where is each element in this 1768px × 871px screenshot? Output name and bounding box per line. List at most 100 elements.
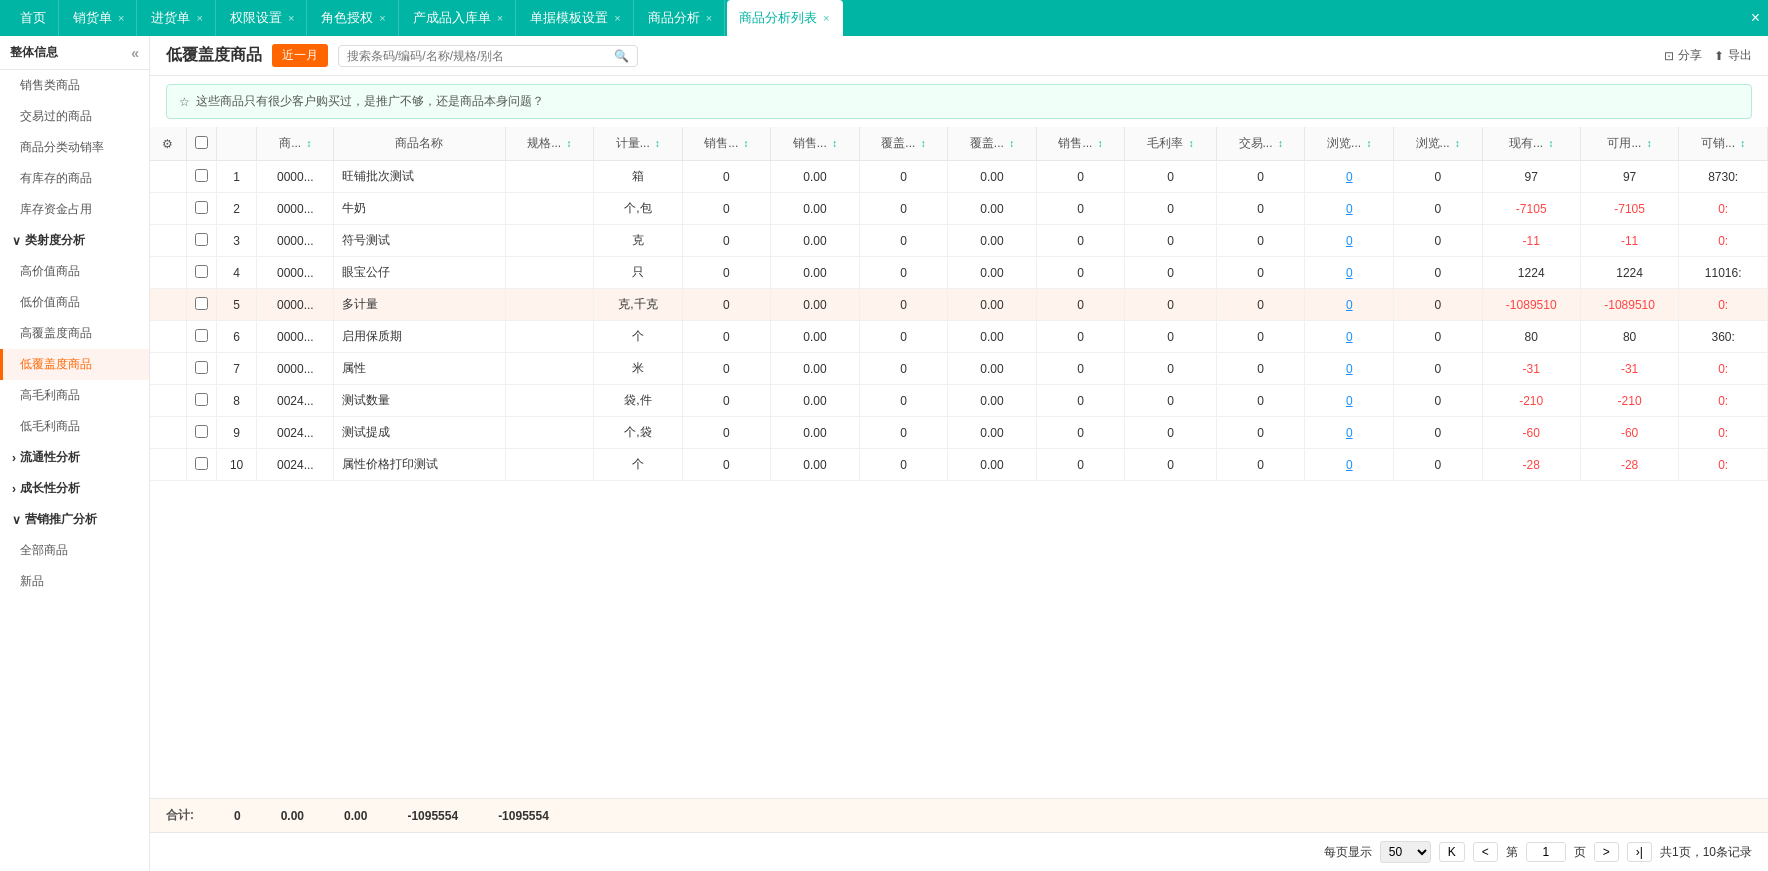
- page-number-input[interactable]: [1526, 842, 1566, 862]
- close-icon[interactable]: ×: [118, 12, 124, 24]
- sidebar-item-all-goods[interactable]: 全部商品: [0, 535, 149, 566]
- checkbox-cell[interactable]: [186, 353, 216, 385]
- trade-cnt-cell: 0: [1216, 193, 1305, 225]
- checkbox-cell[interactable]: [186, 225, 216, 257]
- share-button[interactable]: ⊡ 分享: [1664, 47, 1702, 64]
- sellable-col-header[interactable]: 可销... ↕: [1679, 127, 1768, 161]
- sidebar-item-in-stock[interactable]: 有库存的商品: [0, 163, 149, 194]
- sidebar-item-low-coverage[interactable]: 低覆盖度商品: [0, 349, 149, 380]
- search-input[interactable]: [347, 49, 608, 63]
- row-checkbox[interactable]: [195, 233, 208, 246]
- sidebar-item-low-profit[interactable]: 低毛利商品: [0, 411, 149, 442]
- browse1-cell[interactable]: 0: [1305, 289, 1394, 321]
- spec-col-header[interactable]: 规格... ↕: [505, 127, 594, 161]
- row-checkbox[interactable]: [195, 361, 208, 374]
- browse1-cell[interactable]: 0: [1305, 225, 1394, 257]
- time-filter-button[interactable]: 近一月: [272, 44, 328, 67]
- last-page-button[interactable]: ›|: [1627, 842, 1652, 862]
- sales-amt-col-header[interactable]: 销售... ↕: [771, 127, 860, 161]
- next-page-button[interactable]: >: [1594, 842, 1619, 862]
- checkbox-cell[interactable]: [186, 449, 216, 481]
- gross-rate-col-header[interactable]: 毛利率 ↕: [1125, 127, 1217, 161]
- row-checkbox[interactable]: [195, 425, 208, 438]
- sidebar-item-traded-goods[interactable]: 交易过的商品: [0, 101, 149, 132]
- row-checkbox[interactable]: [195, 297, 208, 310]
- close-all-button[interactable]: ×: [1751, 9, 1760, 27]
- stock-now-col-header[interactable]: 现有... ↕: [1482, 127, 1580, 161]
- nav-tab-sales[interactable]: 销货单 ×: [61, 0, 137, 36]
- sidebar-item-low-value[interactable]: 低价值商品: [0, 287, 149, 318]
- checkbox-cell[interactable]: [186, 161, 216, 193]
- sidebar-collapse-button[interactable]: «: [131, 45, 139, 61]
- unit-col-header[interactable]: 计量... ↕: [594, 127, 683, 161]
- cover-qty-cell: 0: [859, 385, 948, 417]
- sidebar-item-category-rate[interactable]: 商品分类动销率: [0, 132, 149, 163]
- sidebar-item-high-value[interactable]: 高价值商品: [0, 256, 149, 287]
- stock-avail-col-header[interactable]: 可用... ↕: [1580, 127, 1678, 161]
- sidebar-group-marketing[interactable]: ∨ 营销推广分析: [0, 504, 149, 535]
- nav-tab-template[interactable]: 单据模板设置 ×: [518, 0, 633, 36]
- browse1-cell[interactable]: 0: [1305, 353, 1394, 385]
- close-icon[interactable]: ×: [379, 12, 385, 24]
- nav-tab-home[interactable]: 首页: [8, 0, 59, 36]
- settings-col-header[interactable]: ⚙: [150, 127, 186, 161]
- close-icon[interactable]: ×: [288, 12, 294, 24]
- browse1-cell[interactable]: 0: [1305, 321, 1394, 353]
- sidebar-item-high-coverage[interactable]: 高覆盖度商品: [0, 318, 149, 349]
- close-icon[interactable]: ×: [706, 12, 712, 24]
- sidebar-group-category[interactable]: ∨ 类射度分析: [0, 225, 149, 256]
- sidebar-group-growth[interactable]: › 成长性分析: [0, 473, 149, 504]
- browse2-col-header[interactable]: 浏览... ↕: [1394, 127, 1483, 161]
- checkbox-cell[interactable]: [186, 321, 216, 353]
- sku-code-col-header[interactable]: 商... ↕: [257, 127, 334, 161]
- browse1-cell[interactable]: 0: [1305, 257, 1394, 289]
- checkbox-cell[interactable]: [186, 193, 216, 225]
- close-icon[interactable]: ×: [614, 12, 620, 24]
- search-icon[interactable]: 🔍: [614, 49, 629, 63]
- sidebar-group-circulation[interactable]: › 流通性分析: [0, 442, 149, 473]
- sidebar-item-high-profit[interactable]: 高毛利商品: [0, 380, 149, 411]
- sidebar-item-sales-goods[interactable]: 销售类商品: [0, 70, 149, 101]
- row-checkbox[interactable]: [195, 457, 208, 470]
- sidebar-item-capital[interactable]: 库存资金占用: [0, 194, 149, 225]
- browse1-cell[interactable]: 0: [1305, 385, 1394, 417]
- trade-cnt-col-header[interactable]: 交易... ↕: [1216, 127, 1305, 161]
- cover-rate-col-header[interactable]: 覆盖... ↕: [948, 127, 1037, 161]
- row-checkbox[interactable]: [195, 329, 208, 342]
- close-icon[interactable]: ×: [497, 12, 503, 24]
- row-checkbox[interactable]: [195, 265, 208, 278]
- nav-tab-permission[interactable]: 权限设置 ×: [218, 0, 307, 36]
- row-checkbox[interactable]: [195, 393, 208, 406]
- browse1-cell[interactable]: 0: [1305, 193, 1394, 225]
- row-checkbox[interactable]: [195, 169, 208, 182]
- nav-tab-analysis-list[interactable]: 商品分析列表 ×: [727, 0, 842, 36]
- close-icon[interactable]: ×: [196, 12, 202, 24]
- sidebar-item-new-goods[interactable]: 新品: [0, 566, 149, 597]
- cover-qty-cell: 0: [859, 321, 948, 353]
- checkbox-cell[interactable]: [186, 417, 216, 449]
- nav-tab-role[interactable]: 角色授权 ×: [309, 0, 398, 36]
- checkbox-cell[interactable]: [186, 289, 216, 321]
- close-icon[interactable]: ×: [823, 12, 829, 24]
- sales-qty-col-header[interactable]: 销售... ↕: [682, 127, 771, 161]
- first-page-button[interactable]: K: [1439, 842, 1465, 862]
- nav-tab-analysis[interactable]: 商品分析 ×: [636, 0, 725, 36]
- nav-tab-finished[interactable]: 产成品入库单 ×: [401, 0, 516, 36]
- checkbox-cell[interactable]: [186, 385, 216, 417]
- row-checkbox[interactable]: [195, 201, 208, 214]
- checkbox-cell[interactable]: [186, 257, 216, 289]
- browse1-col-header[interactable]: 浏览... ↕: [1305, 127, 1394, 161]
- browse1-cell[interactable]: 0: [1305, 417, 1394, 449]
- settings-cell: [150, 417, 186, 449]
- checkbox-col-header[interactable]: [186, 127, 216, 161]
- per-page-select[interactable]: 50 100 200: [1380, 841, 1431, 863]
- export-button[interactable]: ⬆ 导出: [1714, 47, 1752, 64]
- cover-qty-col-header[interactable]: 覆盖... ↕: [859, 127, 948, 161]
- table-container[interactable]: ⚙ 商... ↕ 商品名称 规格... ↕ 计量... ↕ 销售... ↕ 销售…: [150, 127, 1768, 798]
- nav-tab-purchase[interactable]: 进货单 ×: [139, 0, 215, 36]
- browse1-cell[interactable]: 0: [1305, 449, 1394, 481]
- select-all-checkbox[interactable]: [195, 136, 208, 149]
- prev-page-button[interactable]: <: [1473, 842, 1498, 862]
- browse1-cell[interactable]: 0: [1305, 161, 1394, 193]
- sales-days-col-header[interactable]: 销售... ↕: [1036, 127, 1125, 161]
